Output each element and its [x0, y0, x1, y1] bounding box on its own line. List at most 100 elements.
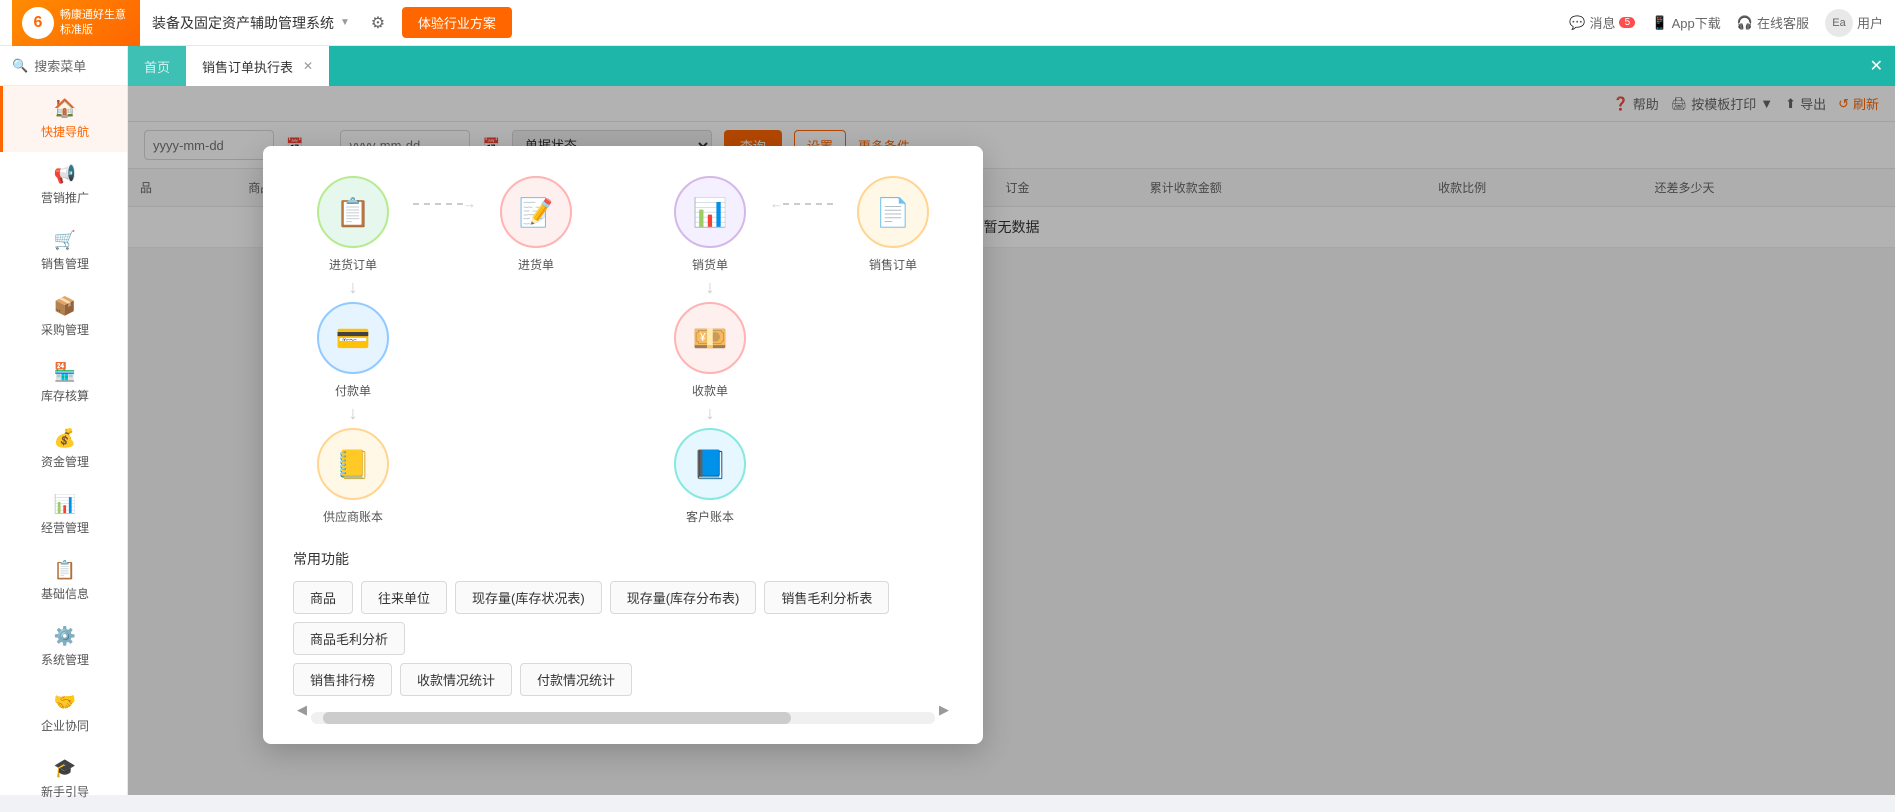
arrow-down-3: ↓	[706, 277, 715, 298]
sidebar-item-system[interactable]: ⚙️ 系统管理	[0, 614, 127, 680]
flow-item-purchase-order[interactable]: 📋 进货订单	[293, 176, 413, 273]
func-btn-sales-rank[interactable]: 销售排行榜	[293, 663, 392, 696]
home-icon: 🏠	[54, 98, 76, 119]
message-button[interactable]: 💬 消息 5	[1569, 13, 1635, 32]
flow-label-sale-bill: 销货单	[692, 256, 728, 273]
arrow-h-2: ←	[770, 196, 833, 211]
sale-order-icon: 📄	[876, 196, 911, 229]
func-btn-receipt-stats[interactable]: 收款情况统计	[400, 663, 512, 696]
marketing-icon: 📢	[54, 164, 76, 185]
enterprise-icon: 🤝	[54, 692, 76, 713]
func-btn-payment-stats[interactable]: 付款情况统计	[520, 663, 632, 696]
user-menu[interactable]: Ea 用户	[1825, 9, 1883, 37]
dropdown-icon[interactable]: ▼	[340, 17, 350, 28]
func-btn-product[interactable]: 商品	[293, 581, 353, 614]
common-functions: 常用功能 商品 往来单位 现存量(库存状况表) 现存量(库存分布表) 销售毛利分…	[293, 549, 953, 696]
modal-scrollbar[interactable]	[311, 712, 935, 724]
purchase-order-icon: 📋	[336, 196, 371, 229]
flow-item-sale-order[interactable]: 📄 销售订单	[833, 176, 953, 273]
arrow-h-1: →	[413, 196, 476, 211]
flow-item-customer-account[interactable]: 📘 客户账本	[650, 428, 770, 525]
func-btn-sales-profit[interactable]: 销售毛利分析表	[764, 581, 889, 614]
tab-sales-order-exec[interactable]: 销售订单执行表 ✕	[186, 46, 329, 86]
sidebar-item-marketing[interactable]: 📢 营销推广	[0, 152, 127, 218]
sale-bill-col: 📊 销货单 ↓ 💴 收款单 ↓	[650, 176, 770, 525]
flow-item-sale-bill[interactable]: 📊 销货单	[650, 176, 770, 273]
content-area: ❓ 帮助 🖨 按模板打印 ▼ ⬆ 导出 ↺ 刷新	[128, 86, 1895, 795]
trial-button[interactable]: 体验行业方案	[402, 7, 512, 38]
search-icon: 🔍	[12, 58, 28, 74]
receipt-icon: 💴	[693, 322, 728, 355]
sidebar-item-sales[interactable]: 🛒 销售管理	[0, 218, 127, 284]
scroll-right-arrow[interactable]: ▶	[935, 702, 953, 718]
payment-icon: 💳	[336, 322, 371, 355]
flow-label-customer-account: 客户账本	[686, 508, 734, 525]
tab-bar-close-icon[interactable]: ✕	[1870, 56, 1883, 76]
flow-circle-purchase-bill[interactable]: 📝	[500, 176, 572, 248]
common-functions-title: 常用功能	[293, 549, 953, 569]
scroll-left-arrow[interactable]: ◀	[293, 702, 311, 718]
flow-circle-payment[interactable]: 💳	[317, 302, 389, 374]
base-info-icon: 📋	[54, 560, 76, 581]
online-service-button[interactable]: 🎧 在线客服	[1737, 13, 1809, 32]
service-icon: 🎧	[1737, 15, 1753, 31]
phone-icon: 📱	[1651, 15, 1667, 31]
flow-circle-supplier-account[interactable]: 📒	[317, 428, 389, 500]
guide-icon: 🎓	[54, 758, 76, 779]
flow-label-payment: 付款单	[335, 382, 371, 399]
flow-circle-customer-account[interactable]: 📘	[674, 428, 746, 500]
header-right: 💬 消息 5 📱 App下载 🎧 在线客服 Ea 用户	[1569, 9, 1883, 37]
logo-icon: 6	[22, 7, 54, 39]
customer-account-icon: 📘	[693, 448, 728, 481]
flow-diagram: 📋 进货订单 ↓ 💳 付款单 ↓	[293, 176, 953, 525]
sidebar-item-quick-nav[interactable]: 🏠 快捷导航	[0, 86, 127, 152]
sidebar-item-finance[interactable]: 💰 资金管理	[0, 416, 127, 482]
sale-bill-icon: 📊	[693, 196, 728, 229]
app-download-button[interactable]: 📱 App下载	[1651, 13, 1720, 32]
flow-item-payment[interactable]: 💳 付款单	[293, 302, 413, 399]
sidebar-item-inventory[interactable]: 🏪 库存核算	[0, 350, 127, 416]
sidebar-item-operations[interactable]: 📊 经营管理	[0, 482, 127, 548]
purchase-flow-col: 📋 进货订单 ↓ 💳 付款单 ↓	[293, 176, 413, 525]
func-btn-product-profit[interactable]: 商品毛利分析	[293, 622, 405, 655]
flow-label-sale-order: 销售订单	[869, 256, 917, 273]
arrow-down-2: ↓	[349, 403, 358, 424]
flow-label-purchase-bill: 进货单	[518, 256, 554, 273]
purchase-bill-col: 📝 进货单	[476, 176, 596, 273]
flow-label-supplier-account: 供应商账本	[323, 508, 383, 525]
sidebar-item-purchase[interactable]: 📦 采购管理	[0, 284, 127, 350]
search-menu-button[interactable]: 🔍 搜索菜单	[0, 46, 127, 86]
sidebar-item-guide[interactable]: 🎓 新手引导	[0, 746, 127, 812]
tab-home[interactable]: 首页	[128, 46, 186, 86]
message-icon: 💬	[1569, 15, 1585, 31]
finance-icon: 💰	[54, 428, 76, 449]
arrow-down-1: ↓	[349, 277, 358, 298]
settings-button[interactable]: ⚙	[362, 7, 394, 39]
sidebar-item-base-info[interactable]: 📋 基础信息	[0, 548, 127, 614]
flow-label-purchase-order: 进货订单	[329, 256, 377, 273]
sidebar: 🔍 搜索菜单 🏠 快捷导航 📢 营销推广 🛒 销售管理 📦 采购管理 🏪 库存核…	[0, 46, 128, 795]
tab-close-icon[interactable]: ✕	[303, 59, 313, 73]
func-buttons-row2: 销售排行榜 收款情况统计 付款情况统计	[293, 663, 953, 696]
flow-item-supplier-account[interactable]: 📒 供应商账本	[293, 428, 413, 525]
avatar: Ea	[1825, 9, 1853, 37]
flow-circle-sale-order[interactable]: 📄	[857, 176, 929, 248]
flow-circle-sale-bill[interactable]: 📊	[674, 176, 746, 248]
quick-guide-modal: 📋 进货订单 ↓ 💳 付款单 ↓	[263, 146, 983, 744]
func-buttons-row1: 商品 往来单位 现存量(库存状况表) 现存量(库存分布表) 销售毛利分析表 商品…	[293, 581, 953, 655]
flow-item-receipt[interactable]: 💴 收款单	[650, 302, 770, 399]
main-area: 首页 销售订单执行表 ✕ ✕ ❓ 帮助 🖨 按模板打印 ▼ ⬆	[128, 46, 1895, 795]
flow-circle-receipt[interactable]: 💴	[674, 302, 746, 374]
sidebar-item-enterprise[interactable]: 🤝 企业协同	[0, 680, 127, 746]
system-icon: ⚙️	[54, 626, 76, 647]
modal-overlay[interactable]: 📋 进货订单 ↓ 💳 付款单 ↓	[128, 86, 1895, 795]
flow-circle-purchase-order[interactable]: 📋	[317, 176, 389, 248]
func-btn-stock-dist[interactable]: 现存量(库存分布表)	[610, 581, 757, 614]
func-btn-stock-status[interactable]: 现存量(库存状况表)	[455, 581, 602, 614]
message-badge: 5	[1619, 17, 1635, 28]
func-btn-counterparty[interactable]: 往来单位	[361, 581, 447, 614]
flow-item-purchase-bill[interactable]: 📝 进货单	[476, 176, 596, 273]
logo-area[interactable]: 6 畅康通好生意 标准版	[12, 0, 140, 46]
system-title: 装备及固定资产辅助管理系统 ▼	[140, 13, 362, 33]
inventory-icon: 🏪	[54, 362, 76, 383]
